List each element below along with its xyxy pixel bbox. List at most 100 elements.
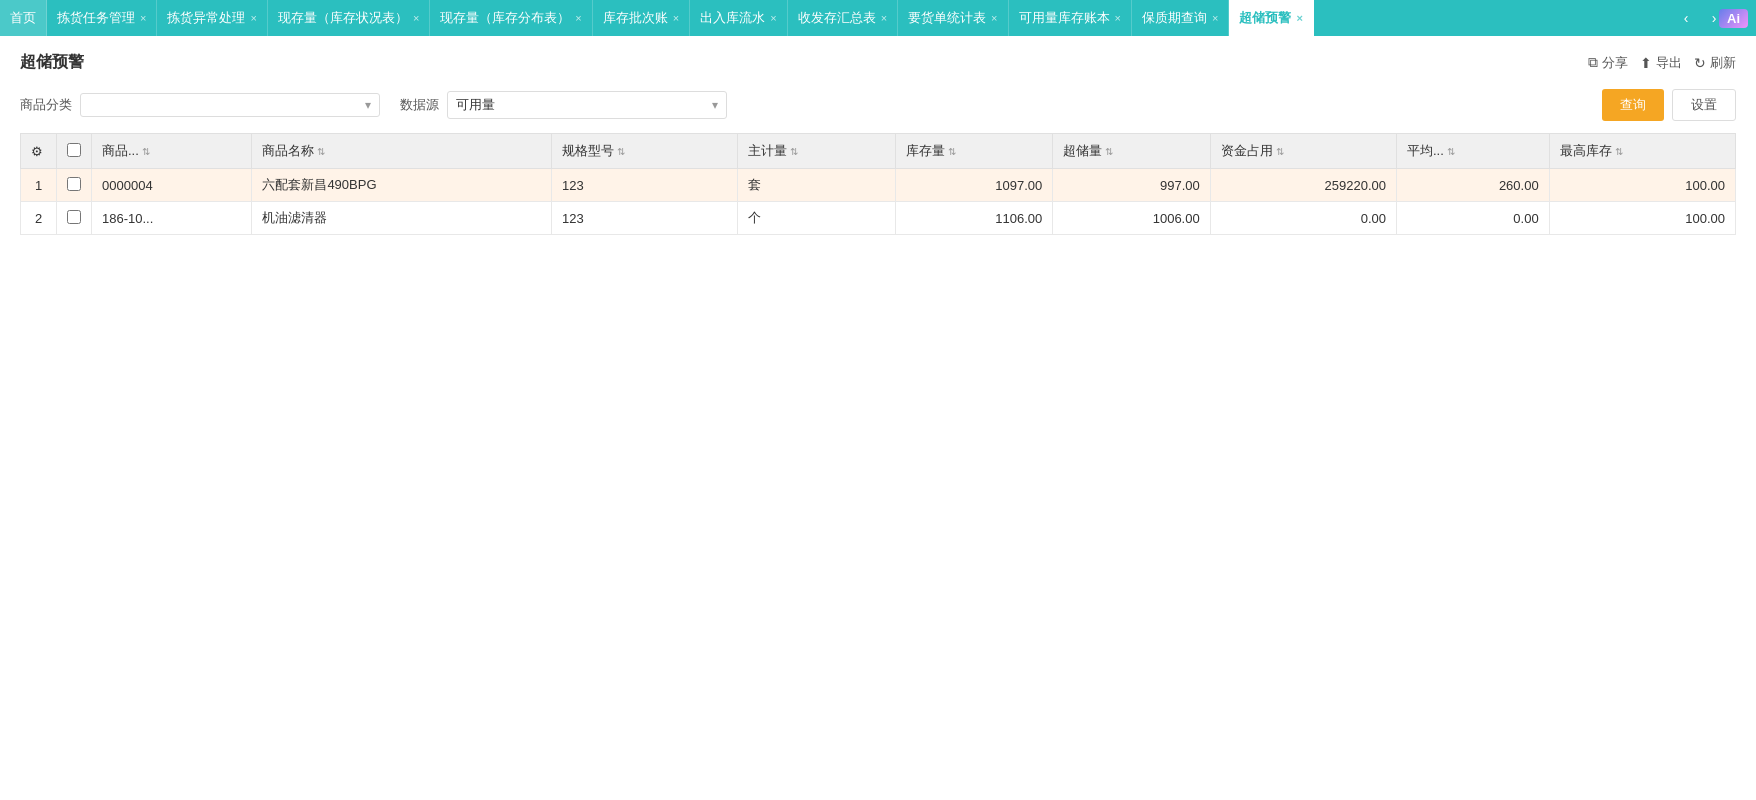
sort-avg-icon: ⇅ [1447,146,1455,157]
share-label: 分享 [1602,54,1628,72]
sort-maxstock-icon: ⇅ [1615,146,1623,157]
ai-badge[interactable]: Ai [1719,9,1748,28]
td-name-0: 六配套新昌490BPG [252,169,552,202]
th-checkbox[interactable] [57,134,92,169]
export-label: 导出 [1656,54,1682,72]
sort-capital[interactable]: 资金占用 ⇅ [1221,142,1284,160]
nav-close-icon-2[interactable]: × [250,12,256,24]
refresh-icon: ↻ [1694,55,1706,71]
gear-icon: ⚙ [31,144,43,159]
th-spec[interactable]: 规格型号 ⇅ [552,134,738,169]
row-checkbox-0[interactable] [67,177,81,191]
datasource-chevron-icon: ▾ [712,98,718,112]
nav-item-2[interactable]: 拣货异常处理 × [157,0,267,36]
header-actions: ⧉ 分享 ⬆ 导出 ↻ 刷新 [1588,54,1736,72]
sort-overflow[interactable]: 超储量 ⇅ [1063,142,1113,160]
nav-close-icon-6[interactable]: × [770,12,776,24]
td-index-0: 1 [21,169,57,202]
filter-group-datasource: 数据源 可用量 ▾ [400,91,727,119]
nav-item-9[interactable]: 可用量库存账本 × [1009,0,1132,36]
td-name-1: 机油滤清器 [252,202,552,235]
sort-maxstock[interactable]: 最高库存 ⇅ [1560,142,1623,160]
th-code[interactable]: 商品... ⇅ [92,134,252,169]
td-code-0: 0000004 [92,169,252,202]
td-overflow-0: 997.00 [1053,169,1210,202]
td-capital-0: 259220.00 [1210,169,1396,202]
table-header-row: ⚙ 商品... ⇅ 商品名称 ⇅ [21,134,1736,169]
sort-avg[interactable]: 平均... ⇅ [1407,142,1455,160]
td-unit-1: 个 [738,202,895,235]
share-action[interactable]: ⧉ 分享 [1588,54,1628,72]
th-avg[interactable]: 平均... ⇅ [1396,134,1549,169]
sort-name[interactable]: 商品名称 ⇅ [262,142,325,160]
th-capital[interactable]: 资金占用 ⇅ [1210,134,1396,169]
category-select[interactable]: ▾ [80,93,380,117]
nav-prev-button[interactable]: ‹ [1672,0,1700,36]
th-code-label: 商品... [102,142,139,160]
datasource-label: 数据源 [400,96,439,114]
settings-button[interactable]: 设置 [1672,89,1736,121]
td-stock-1: 1106.00 [895,202,1052,235]
main-content: 超储预警 ⧉ 分享 ⬆ 导出 ↻ 刷新 商品分类 ▾ 数据源 [0,36,1756,800]
row-checkbox-1[interactable] [67,210,81,224]
th-stock[interactable]: 库存量 ⇅ [895,134,1052,169]
th-overflow-label: 超储量 [1063,142,1102,160]
th-spec-label: 规格型号 [562,142,614,160]
td-spec-1: 123 [552,202,738,235]
td-avg-1: 0.00 [1396,202,1549,235]
sort-code-icon: ⇅ [142,146,150,157]
nav-item-4[interactable]: 现存量（库存分布表） × [430,0,592,36]
nav-item-6[interactable]: 出入库流水 × [690,0,787,36]
td-maxstock-0: 100.00 [1549,169,1735,202]
nav-item-3[interactable]: 现存量（库存状况表） × [268,0,430,36]
datasource-value: 可用量 [456,96,495,114]
export-icon: ⬆ [1640,55,1652,71]
th-name[interactable]: 商品名称 ⇅ [252,134,552,169]
select-all-checkbox[interactable] [67,143,81,157]
filter-actions: 查询 设置 [1602,89,1736,121]
category-chevron-icon: ▾ [365,98,371,112]
refresh-action[interactable]: ↻ 刷新 [1694,54,1736,72]
export-action[interactable]: ⬆ 导出 [1640,54,1682,72]
nav-item-0[interactable]: 首页 [0,0,47,36]
td-capital-1: 0.00 [1210,202,1396,235]
sort-code[interactable]: 商品... ⇅ [102,142,150,160]
nav-bar: 首页拣货任务管理 ×拣货异常处理 ×现存量（库存状况表） ×现存量（库存分布表）… [0,0,1756,36]
sort-unit[interactable]: 主计量 ⇅ [748,142,798,160]
query-button[interactable]: 查询 [1602,89,1664,121]
sort-stock[interactable]: 库存量 ⇅ [906,142,956,160]
nav-item-7[interactable]: 收发存汇总表 × [788,0,898,36]
th-maxstock[interactable]: 最高库存 ⇅ [1549,134,1735,169]
nav-close-icon-9[interactable]: × [1115,12,1121,24]
table-row: 10000004六配套新昌490BPG123套1097.00997.002592… [21,169,1736,202]
th-unit[interactable]: 主计量 ⇅ [738,134,895,169]
sort-stock-icon: ⇅ [948,146,956,157]
nav-item-1[interactable]: 拣货任务管理 × [47,0,157,36]
th-capital-label: 资金占用 [1221,142,1273,160]
datasource-select[interactable]: 可用量 ▾ [447,91,727,119]
refresh-label: 刷新 [1710,54,1736,72]
nav-item-8[interactable]: 要货单统计表 × [898,0,1008,36]
th-unit-label: 主计量 [748,142,787,160]
nav-close-icon-3[interactable]: × [413,12,419,24]
nav-item-11[interactable]: 超储预警 × [1229,0,1313,36]
nav-close-icon-4[interactable]: × [575,12,581,24]
th-name-label: 商品名称 [262,142,314,160]
nav-item-5[interactable]: 库存批次账 × [593,0,690,36]
share-icon: ⧉ [1588,54,1598,71]
page-header: 超储预警 ⧉ 分享 ⬆ 导出 ↻ 刷新 [20,52,1736,73]
nav-close-icon-10[interactable]: × [1212,12,1218,24]
nav-close-icon-11[interactable]: × [1296,12,1302,24]
th-stock-label: 库存量 [906,142,945,160]
nav-item-10[interactable]: 保质期查询 × [1132,0,1229,36]
nav-close-icon-5[interactable]: × [673,12,679,24]
td-checkbox-0[interactable] [57,169,92,202]
nav-close-icon-8[interactable]: × [991,12,997,24]
th-gear[interactable]: ⚙ [21,134,57,169]
nav-close-icon-1[interactable]: × [140,12,146,24]
sort-name-icon: ⇅ [317,146,325,157]
nav-close-icon-7[interactable]: × [881,12,887,24]
sort-spec[interactable]: 规格型号 ⇅ [562,142,625,160]
th-overflow[interactable]: 超储量 ⇅ [1053,134,1210,169]
td-checkbox-1[interactable] [57,202,92,235]
